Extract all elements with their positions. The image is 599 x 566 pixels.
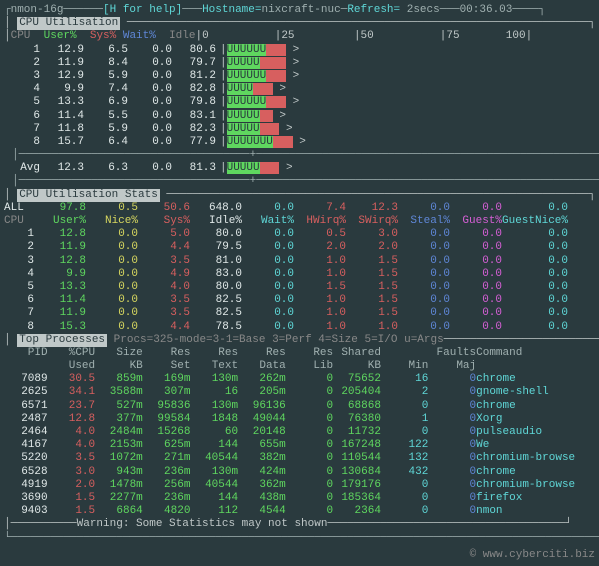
- stats-row: 513.30.04.080.00.01.51.50.00.00.0: [4, 281, 568, 294]
- tp-row: 36901.52277m236m144438m018536400firefox: [4, 492, 595, 505]
- tp-row: 708930.5859m169m130m262m075652160chrome: [4, 373, 595, 386]
- tp-row: 248712.8377m9958418484904407638010Xorg: [4, 413, 595, 426]
- stats-all-row: ALL97.80.550.6648.00.07.412.30.00.00.0: [4, 202, 568, 215]
- cpu-row: Avg 12.3 6.3 0.0 81.3 |UUUUU > |: [10, 162, 599, 175]
- tp-row: 41674.02153m625m144655m01672481220We: [4, 439, 595, 452]
- tp-row: 657123.7527m95836130m9613606886800chrome: [4, 400, 595, 413]
- cpu-row: 5 13.3 6.9 0.0 79.8 |UUUUUU > |: [10, 96, 599, 109]
- tp-row: 94031.56864482011245440236400nmon: [4, 505, 595, 518]
- cpu-util-headers: CPU User% Sys% Wait% Idle: [11, 30, 196, 42]
- tp-header2: UsedKBSetTextDataLibKBMinMaj: [4, 360, 595, 373]
- tp-row: 262534.13588m307m16205m020540420gnome-sh…: [4, 386, 595, 399]
- cpu-row: 7 11.8 5.9 0.0 82.3 |UUUUU > |: [10, 123, 599, 136]
- cpu-util-section: │ CPU Utilisation ──────────────────────…: [4, 17, 595, 188]
- stats-row: 711.90.03.582.50.01.01.50.00.00.0: [4, 307, 568, 320]
- cpu-util-title: CPU Utilisation: [17, 17, 120, 30]
- tp-row: 24644.02484m15268602014801173200pulseaud…: [4, 426, 595, 439]
- stats-row: 49.90.04.983.00.01.01.50.00.00.0: [4, 268, 568, 281]
- stats-row: 611.40.03.582.50.01.01.50.00.00.0: [4, 294, 568, 307]
- cpu-row: 2 11.9 8.4 0.0 79.7 |UUUUU > |: [10, 57, 599, 70]
- stats-header: CPUUser%Nice%Sys%Idle%Wait%HWirq%SWirq%S…: [4, 215, 568, 228]
- tp-row: 49192.01478m256m40544362m017917600chromi…: [4, 479, 595, 492]
- top-proc-table: PID%CPUSizeResResResResSharedFaultsComma…: [4, 347, 595, 518]
- top-proc-title: Top Processes: [17, 334, 107, 347]
- stats-row: 815.30.04.478.50.01.01.00.00.00.0: [4, 321, 568, 334]
- cpu-stats-table: ALL97.80.550.6648.00.07.412.30.00.00.0CP…: [4, 202, 568, 334]
- top-proc-section: │ Top Processes Procs=325-mode=3-1=Base …: [4, 334, 595, 532]
- cpu-row: 6 11.4 5.5 0.0 83.1 |UUUUU > |: [10, 110, 599, 123]
- tp-row: 65283.0943m236m130m424m01306844320chrome: [4, 466, 595, 479]
- cpu-row: 1 12.9 6.5 0.0 80.6 |UUUUUU > |: [10, 44, 599, 57]
- tp-row: 52203.51072m271m40544382m01105441320chro…: [4, 452, 595, 465]
- stats-row: 112.80.05.080.00.00.53.00.00.00.0: [4, 228, 568, 241]
- cpu-row: 8 15.7 6.4 0.0 77.9 |UUUUUUU > |: [10, 136, 599, 149]
- cpu-stats-title: CPU Utilisation Stats: [17, 189, 160, 202]
- warning-text: Warning: Some Statistics may not shown: [77, 518, 328, 530]
- stats-row: 312.80.03.581.00.01.01.50.00.00.0: [4, 255, 568, 268]
- cpu-row: 3 12.9 5.9 0.0 81.2 |UUUUUU > |: [10, 70, 599, 83]
- cpu-util-table: 1 12.9 6.5 0.0 80.6 |UUUUUU > | 2 11.9 8…: [10, 44, 599, 189]
- tp-header: PID%CPUSizeResResResResSharedFaultsComma…: [4, 347, 595, 360]
- stats-row: 211.90.04.479.50.02.02.00.00.00.0: [4, 241, 568, 254]
- cpu-stats-section: │ CPU Utilisation Stats ────────────────…: [4, 189, 595, 334]
- header-line: ┌nmon-16g──────[H for help]───Hostname=n…: [4, 4, 595, 17]
- cpu-row: 4 9.9 7.4 0.0 82.8 |UUUU > |: [10, 83, 599, 96]
